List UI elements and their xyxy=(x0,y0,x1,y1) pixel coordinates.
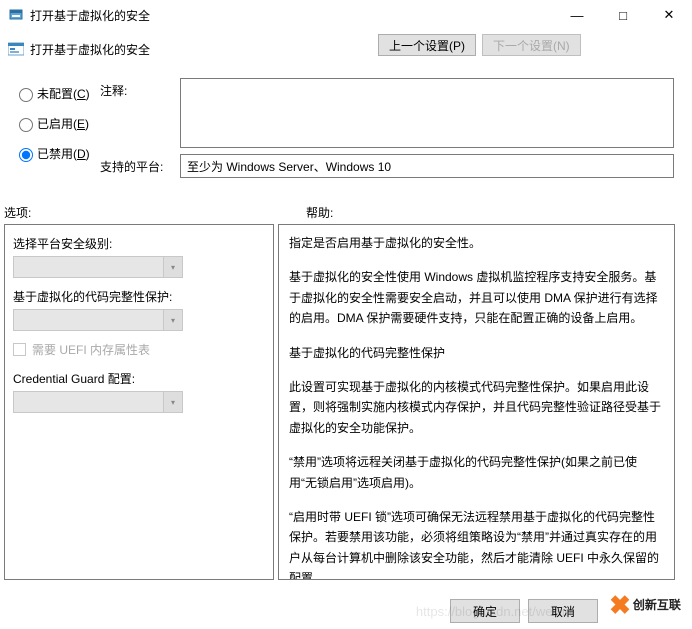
maximize-button[interactable]: □ xyxy=(600,0,646,30)
platform-value: 至少为 Windows Server、Windows 10 xyxy=(180,154,674,178)
cancel-button[interactable]: 取消 xyxy=(528,599,598,623)
title-bar: 打开基于虚拟化的安全 — □ ✕ xyxy=(0,0,692,30)
help-paragraph: 此设置可实现基于虚拟化的内核模式代码完整性保护。如果启用此设置，则将强制实施内核… xyxy=(289,377,664,438)
window-title: 打开基于虚拟化的安全 xyxy=(30,7,554,24)
platform-security-combo-body[interactable] xyxy=(13,256,163,278)
app-icon xyxy=(8,7,24,23)
prev-setting-button[interactable]: 上一个设置(P) xyxy=(378,34,476,56)
close-button[interactable]: ✕ xyxy=(646,0,692,30)
nav-buttons: 上一个设置(P) 下一个设置(N) xyxy=(378,34,581,56)
platform-label: 支持的平台: xyxy=(100,158,163,175)
radio-not-configured-label: 未配置(C) xyxy=(37,85,90,102)
radio-enabled[interactable]: 已启用(E) xyxy=(14,108,90,138)
next-setting-button: 下一个设置(N) xyxy=(482,34,581,56)
chevron-down-icon[interactable]: ▾ xyxy=(163,256,183,278)
code-integrity-combo-body[interactable] xyxy=(13,309,163,331)
radio-enabled-label: 已启用(E) xyxy=(37,115,89,132)
radio-enabled-input[interactable] xyxy=(19,118,33,132)
policy-title: 打开基于虚拟化的安全 xyxy=(30,41,150,58)
help-paragraph: 基于虚拟化的代码完整性保护 xyxy=(289,343,664,363)
next-setting-label: 下一个设置(N) xyxy=(493,37,570,54)
help-panel[interactable]: 指定是否启用基于虚拟化的安全性。 基于虚拟化的安全性使用 Windows 虚拟机… xyxy=(278,224,675,580)
options-section-label: 选项: xyxy=(4,204,31,221)
radio-not-configured[interactable]: 未配置(C) xyxy=(14,78,90,108)
state-radio-group: 未配置(C) 已启用(E) 已禁用(D) xyxy=(14,78,90,168)
options-panel: 选择平台安全级别: ▾ 基于虚拟化的代码完整性保护: ▾ 需要 UEFI 内存属… xyxy=(4,224,274,580)
credential-guard-label: Credential Guard 配置: xyxy=(13,370,265,387)
help-paragraph: “禁用”选项将远程关闭基于虚拟化的代码完整性保护(如果之前已使用“无锁启用”选项… xyxy=(289,452,664,493)
comment-textbox[interactable] xyxy=(180,78,674,148)
help-paragraph: 指定是否启用基于虚拟化的安全性。 xyxy=(289,233,664,253)
uefi-checkbox-label: 需要 UEFI 内存属性表 xyxy=(32,341,150,358)
radio-not-configured-input[interactable] xyxy=(19,88,33,102)
minimize-button[interactable]: — xyxy=(554,0,600,30)
help-paragraph: “启用时带 UEFI 锁”选项可确保无法远程禁用基于虚拟化的代码完整性保护。若要… xyxy=(289,507,664,580)
radio-disabled-label: 已禁用(D) xyxy=(37,145,90,162)
footer-buttons: 确定 取消 xyxy=(0,599,692,623)
header-row: 打开基于虚拟化的安全 上一个设置(P) 下一个设置(N) xyxy=(8,34,684,64)
code-integrity-combo[interactable]: ▾ xyxy=(13,309,183,331)
platform-security-combo[interactable]: ▾ xyxy=(13,256,183,278)
uefi-checkbox[interactable] xyxy=(13,343,26,356)
radio-disabled-input[interactable] xyxy=(19,148,33,162)
help-paragraph: 基于虚拟化的安全性使用 Windows 虚拟机监控程序支持安全服务。基于虚拟化的… xyxy=(289,267,664,328)
platform-security-label: 选择平台安全级别: xyxy=(13,235,265,252)
chevron-down-icon[interactable]: ▾ xyxy=(163,391,183,413)
prev-setting-label: 上一个设置(P) xyxy=(389,37,465,54)
comment-label: 注释: xyxy=(100,82,127,99)
policy-icon xyxy=(8,41,24,57)
code-integrity-label: 基于虚拟化的代码完整性保护: xyxy=(13,288,265,305)
credential-guard-combo[interactable]: ▾ xyxy=(13,391,183,413)
chevron-down-icon[interactable]: ▾ xyxy=(163,309,183,331)
radio-disabled[interactable]: 已禁用(D) xyxy=(14,138,90,168)
credential-guard-combo-body[interactable] xyxy=(13,391,163,413)
uefi-checkbox-row[interactable]: 需要 UEFI 内存属性表 xyxy=(13,341,265,358)
ok-button[interactable]: 确定 xyxy=(450,599,520,623)
help-section-label: 帮助: xyxy=(306,204,333,221)
